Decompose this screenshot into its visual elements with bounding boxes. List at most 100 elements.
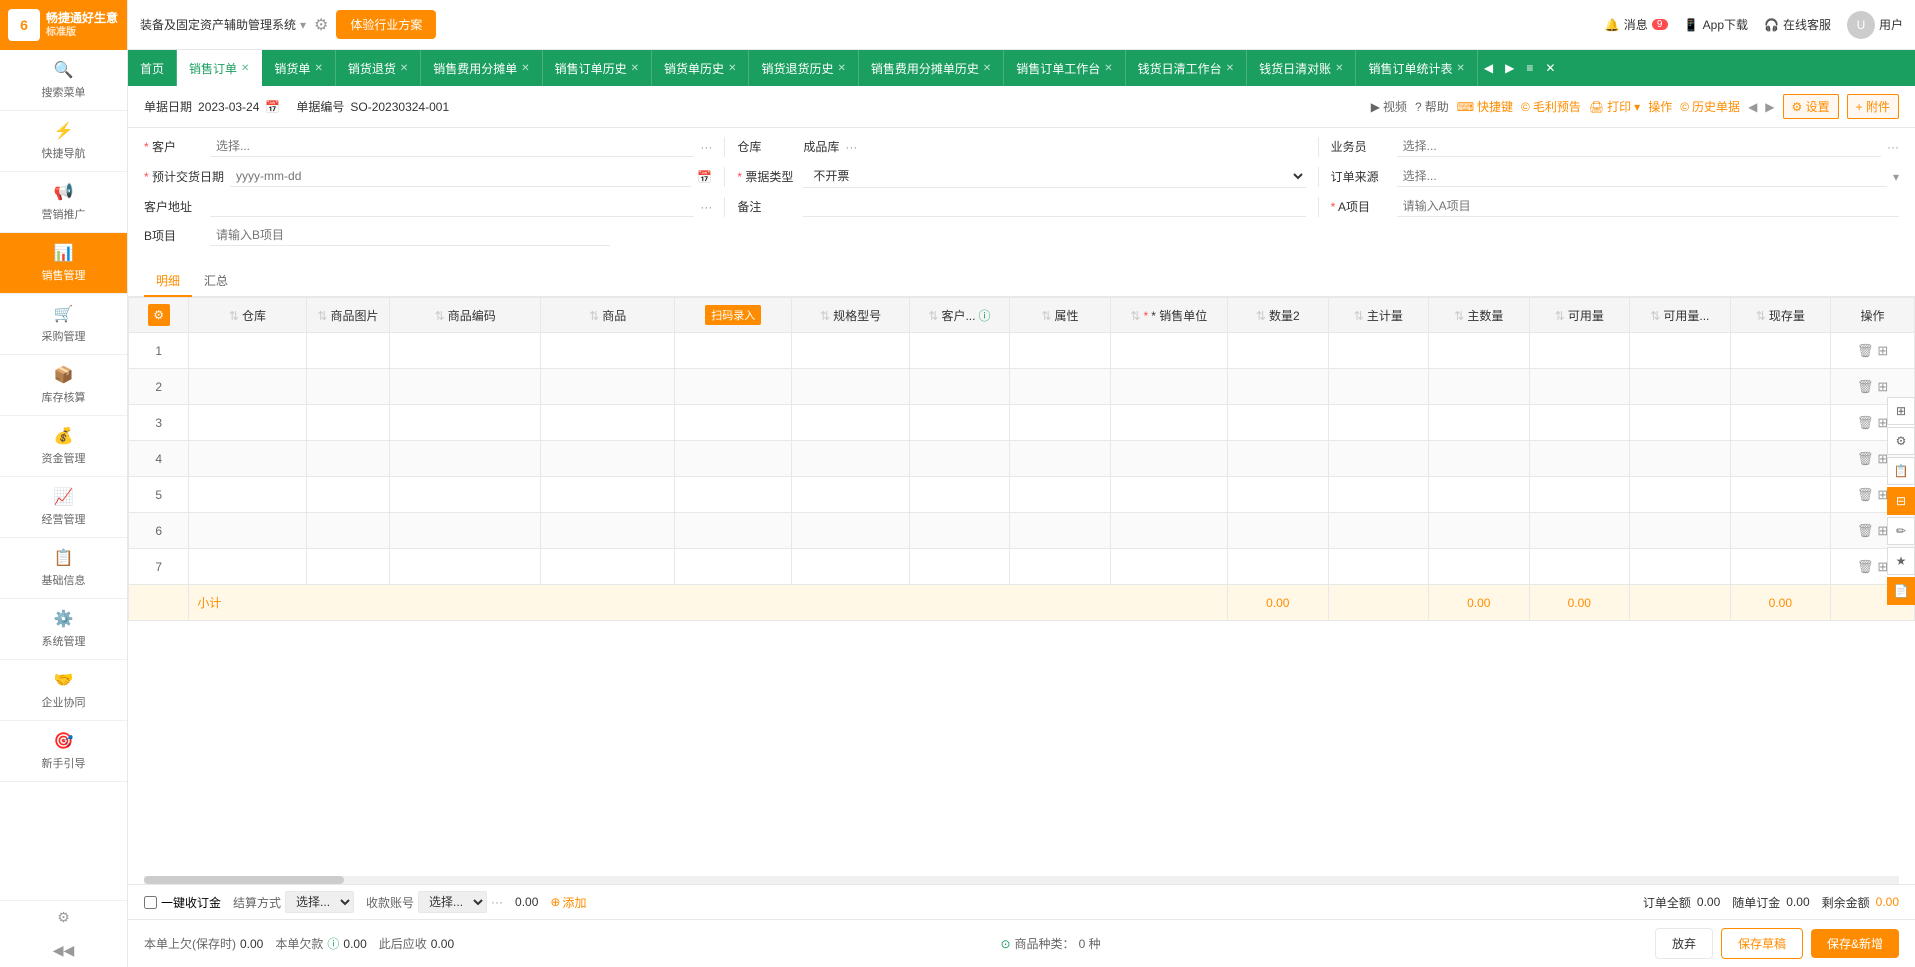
row-qty2[interactable]: [1227, 369, 1328, 405]
account-expand-icon[interactable]: ···: [491, 895, 503, 909]
discard-btn[interactable]: 放弃: [1655, 928, 1713, 959]
attachment-btn[interactable]: + 附件: [1847, 94, 1899, 119]
tab-close-icon[interactable]: ✕: [241, 63, 249, 74]
rfp-btn-2[interactable]: ⚙: [1887, 427, 1915, 455]
rfp-btn-1[interactable]: ⊞: [1887, 397, 1915, 425]
sidebar-settings-btn[interactable]: ⚙: [0, 901, 127, 934]
rfp-btn-3[interactable]: 📋: [1887, 457, 1915, 485]
order-source-input[interactable]: [1397, 166, 1887, 187]
rfp-btn-5[interactable]: ✏: [1887, 517, 1915, 545]
help-btn[interactable]: ? 帮助: [1415, 98, 1449, 115]
sidebar-item-marketing[interactable]: 📢 营销推广: [0, 172, 127, 233]
scrollbar-thumb[interactable]: [144, 876, 344, 884]
tab-return-history[interactable]: 销货退货历史 ✕: [749, 50, 858, 86]
tab-sales-order-history[interactable]: 销售订单历史 ✕: [543, 50, 652, 86]
row-delete-icon[interactable]: 🗑: [1857, 523, 1874, 539]
tab-detail[interactable]: 明细: [144, 266, 192, 297]
row-spec[interactable]: [792, 369, 909, 405]
tab-close-icon[interactable]: ✕: [983, 63, 991, 74]
operate-btn[interactable]: 操作: [1648, 98, 1672, 115]
row-delete-icon[interactable]: 🗑: [1857, 559, 1874, 575]
th-settings-icon[interactable]: ⚙: [148, 304, 170, 326]
row-warehouse[interactable]: [189, 369, 306, 405]
tab-summary[interactable]: 汇总: [192, 266, 240, 297]
address-expand-icon[interactable]: ···: [700, 200, 712, 214]
row-name[interactable]: [541, 513, 675, 549]
row-name[interactable]: [541, 405, 675, 441]
staff-expand-icon[interactable]: ···: [1887, 140, 1899, 154]
row-main-qty[interactable]: [1429, 513, 1530, 549]
horizontal-scrollbar[interactable]: [144, 876, 1899, 884]
row-qty2[interactable]: [1227, 513, 1328, 549]
row-code[interactable]: [390, 549, 541, 585]
rfp-btn-6[interactable]: ★: [1887, 547, 1915, 575]
row-main-qty[interactable]: [1429, 369, 1530, 405]
row-main-qty[interactable]: [1429, 549, 1530, 585]
sidebar-item-finance[interactable]: 💰 资金管理: [0, 416, 127, 477]
row-code[interactable]: [390, 405, 541, 441]
note-input[interactable]: [803, 196, 1305, 217]
settings-btn[interactable]: ⚙ 设置: [1783, 94, 1839, 119]
tab-sales-order[interactable]: 销售订单 ✕: [177, 50, 262, 86]
row-delete-icon[interactable]: 🗑: [1857, 343, 1874, 359]
customer-input[interactable]: [210, 136, 694, 157]
user-btn[interactable]: U 用户: [1847, 11, 1903, 39]
sidebar-item-operation[interactable]: 📈 经营管理: [0, 477, 127, 538]
sidebar-item-search[interactable]: 🔍 搜索菜单: [0, 50, 127, 111]
tab-sales-report[interactable]: 销售订单统计表 ✕: [1356, 50, 1477, 86]
shortcut-btn[interactable]: ⌨ 快捷键: [1457, 98, 1513, 115]
row-spec[interactable]: [792, 405, 909, 441]
row-attr[interactable]: [1010, 549, 1111, 585]
row-name[interactable]: [541, 549, 675, 585]
sidebar-item-purchase[interactable]: 🛒 采购管理: [0, 294, 127, 355]
row-custom[interactable]: [909, 513, 1010, 549]
row-spec[interactable]: [792, 549, 909, 585]
row-warehouse[interactable]: [189, 333, 306, 369]
row-code[interactable]: [390, 513, 541, 549]
row-delete-icon[interactable]: 🗑: [1857, 379, 1874, 395]
row-spec[interactable]: [792, 441, 909, 477]
tab-fee-history[interactable]: 销售费用分摊单历史 ✕: [859, 50, 1004, 86]
tab-daily-account[interactable]: 钱货日清对账 ✕: [1247, 50, 1356, 86]
sidebar-item-quick-nav[interactable]: ⚡ 快捷导航: [0, 111, 127, 172]
tab-close-icon[interactable]: ✕: [314, 63, 322, 74]
row-copy-icon[interactable]: ⊞: [1877, 379, 1888, 395]
row-spec[interactable]: [792, 513, 909, 549]
row-unit[interactable]: [1110, 369, 1227, 405]
sidebar-item-inventory[interactable]: 📦 库存核算: [0, 355, 127, 416]
row-custom[interactable]: [909, 477, 1010, 513]
row-main-qty[interactable]: [1429, 405, 1530, 441]
app-download-btn[interactable]: 📱 App下载: [1684, 16, 1748, 33]
view-btn[interactable]: ▶ 视频: [1371, 98, 1407, 115]
row-delete-icon[interactable]: 🗑: [1857, 487, 1874, 503]
row-custom[interactable]: [909, 369, 1010, 405]
row-attr[interactable]: [1010, 369, 1111, 405]
tab-close-icon[interactable]: ✕: [1226, 63, 1234, 74]
row-attr[interactable]: [1010, 441, 1111, 477]
topbar-gear-btn[interactable]: ⚙: [314, 15, 328, 35]
online-service-btn[interactable]: 🎧 在线客服: [1764, 16, 1831, 33]
warehouse-expand-icon[interactable]: ···: [845, 140, 857, 154]
rfp-btn-4[interactable]: ⊟: [1887, 487, 1915, 515]
tab-close-icon[interactable]: ✕: [1335, 63, 1343, 74]
solution-btn[interactable]: 体验行业方案: [336, 10, 436, 39]
payment-select[interactable]: 选择...: [285, 891, 354, 913]
tab-menu-btn[interactable]: ≡: [1520, 50, 1539, 86]
row-copy-icon[interactable]: ⊞: [1877, 343, 1888, 359]
save-draft-btn[interactable]: 保存草稿: [1721, 928, 1803, 959]
sidebar-item-system[interactable]: ⚙️ 系统管理: [0, 599, 127, 660]
one-key-checkbox-input[interactable]: [144, 896, 157, 909]
sidebar-item-base-info[interactable]: 📋 基础信息: [0, 538, 127, 599]
row-spec[interactable]: [792, 477, 909, 513]
customer-expand-icon[interactable]: ···: [700, 140, 712, 154]
tab-close-icon[interactable]: ✕: [1104, 63, 1112, 74]
tab-close-icon[interactable]: ✕: [728, 63, 736, 74]
tab-next-btn[interactable]: ▶: [1499, 50, 1520, 86]
row-delete-icon[interactable]: 🗑: [1857, 415, 1874, 431]
row-code[interactable]: [390, 333, 541, 369]
tab-prev-btn[interactable]: ◀: [1478, 50, 1499, 86]
row-unit[interactable]: [1110, 513, 1227, 549]
notifications-btn[interactable]: 🔔 消息 9: [1605, 16, 1668, 33]
tab-sales-return[interactable]: 销货退货 ✕: [336, 50, 421, 86]
profit-btn[interactable]: © 毛利预告: [1521, 98, 1581, 115]
